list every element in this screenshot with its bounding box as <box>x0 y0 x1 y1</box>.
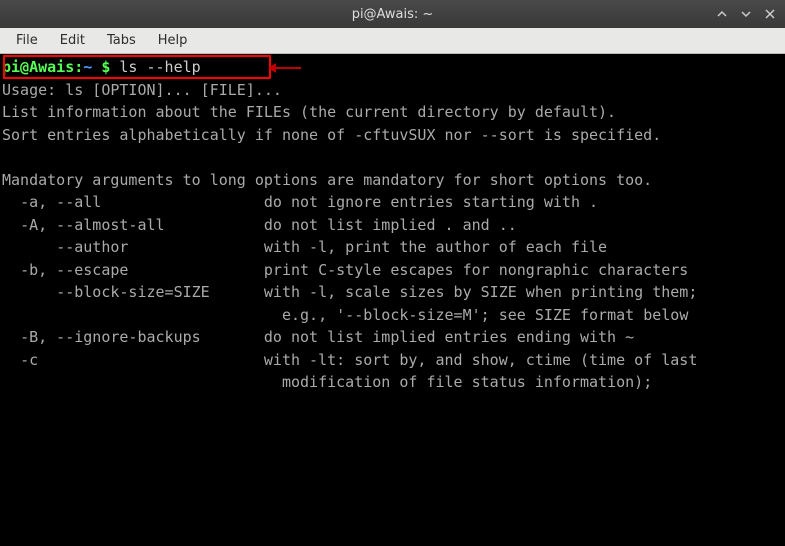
window-controls <box>715 7 777 21</box>
close-icon[interactable] <box>763 7 777 21</box>
window-title: pi@Awais: ~ <box>352 7 434 22</box>
prompt-colon: : <box>74 58 83 76</box>
prompt-path: ~ <box>83 58 92 76</box>
prompt-userhost: pi@Awais <box>2 58 74 76</box>
terminal-area[interactable]: pi@Awais:~ $ ls --help Usage: ls [OPTION… <box>0 54 785 396</box>
minimize-icon[interactable] <box>715 7 729 21</box>
titlebar: pi@Awais: ~ <box>0 0 785 28</box>
maximize-icon[interactable] <box>739 7 753 21</box>
terminal-output: Usage: ls [OPTION]... [FILE]... List inf… <box>2 81 697 392</box>
command-text: ls --help <box>119 58 200 76</box>
menu-tabs[interactable]: Tabs <box>97 30 146 51</box>
prompt-dollar: $ <box>92 58 119 76</box>
menu-help[interactable]: Help <box>148 30 198 51</box>
prompt-line: pi@Awais:~ $ ls --help <box>2 58 201 76</box>
menu-edit[interactable]: Edit <box>50 30 95 51</box>
menubar: File Edit Tabs Help <box>0 28 785 54</box>
menu-file[interactable]: File <box>6 30 48 51</box>
